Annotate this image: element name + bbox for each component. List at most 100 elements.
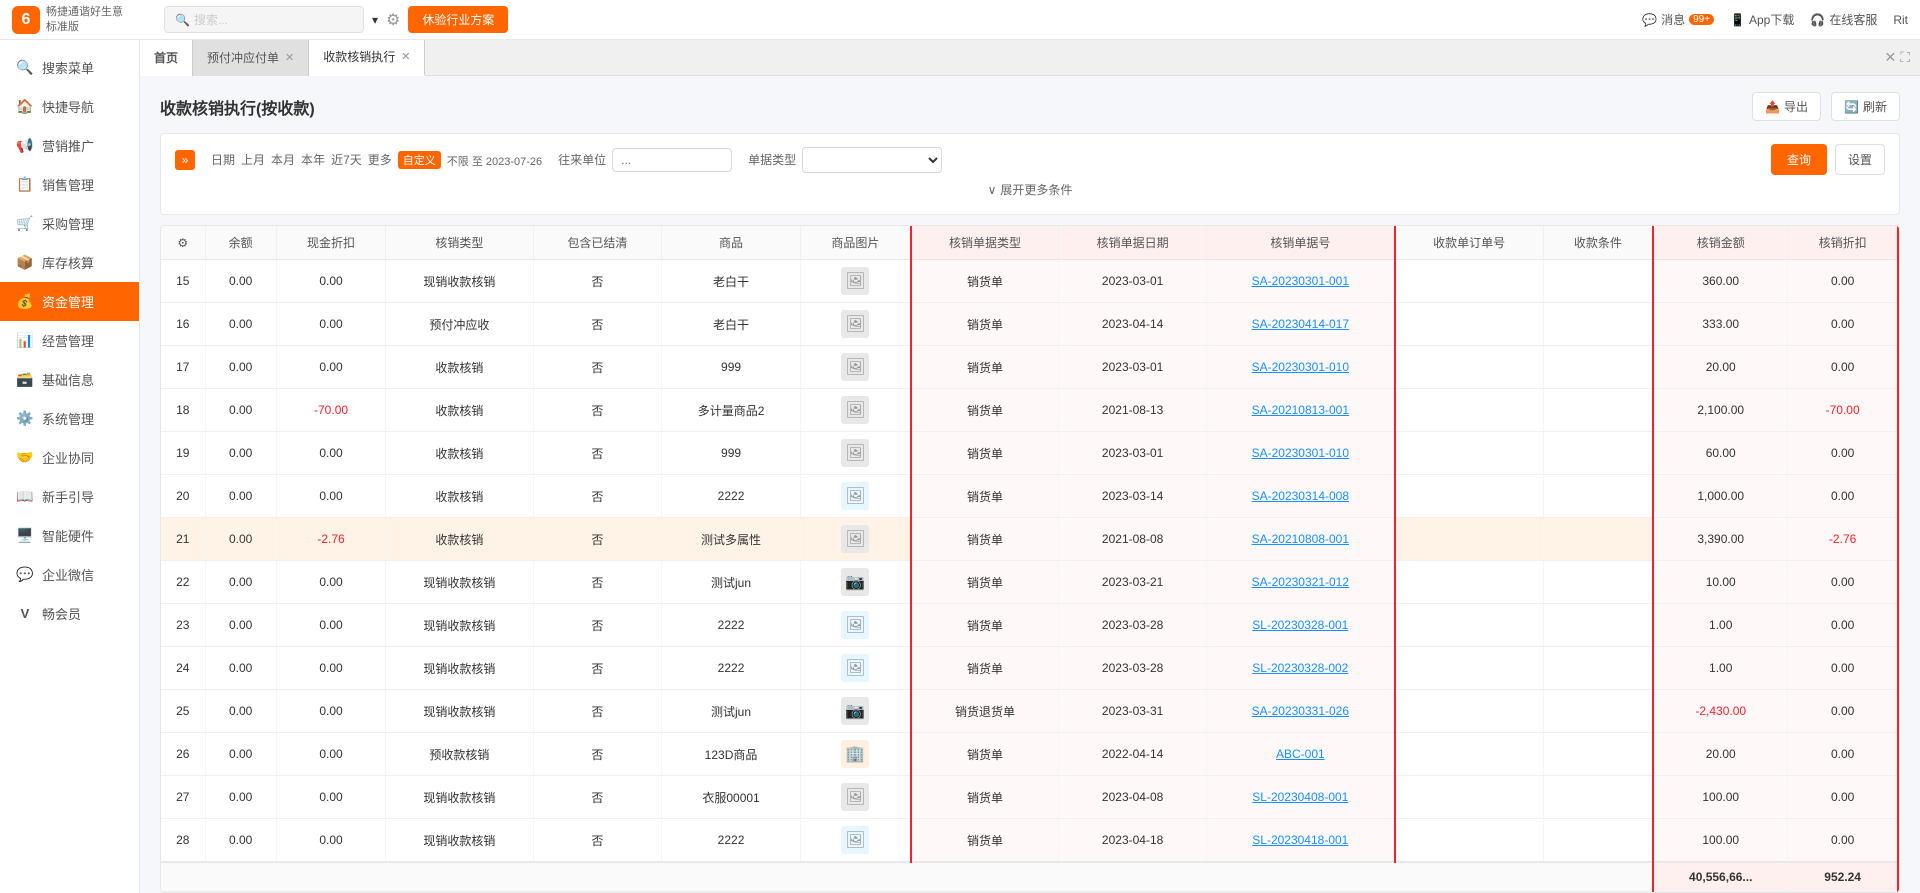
tab-home[interactable]: 首页 xyxy=(140,40,193,76)
sidebar-item-vip[interactable]: V 畅会员 xyxy=(0,594,139,633)
th-cancel-discount: 核销折扣 xyxy=(1788,226,1898,260)
bill-no-link[interactable]: SL-20230418-001 xyxy=(1252,833,1348,847)
date-custom-tag[interactable]: 自定义 xyxy=(398,151,441,169)
dropdown-icon[interactable]: ▾ xyxy=(372,13,378,27)
cell-cancel-type: 收款核销 xyxy=(386,518,533,561)
sidebar-item-marketing[interactable]: 📢 营销推广 xyxy=(0,126,139,165)
tab-collect-close[interactable]: ✕ xyxy=(401,50,410,63)
sidebar-item-operations[interactable]: 📊 经营管理 xyxy=(0,321,139,360)
sidebar-item-finance[interactable]: 💰 资金管理 xyxy=(0,282,139,321)
cell-product: 老白干 xyxy=(662,303,801,346)
cell-cancel-discount: 0.00 xyxy=(1788,647,1898,690)
sidebar-item-guide[interactable]: 📖 新手引导 xyxy=(0,477,139,516)
date-more[interactable]: 更多 xyxy=(368,151,392,168)
cell-bill-no: SA-20230331-026 xyxy=(1206,690,1394,733)
table-row: 21 0.00 -2.76 收款核销 否 测试多属性 🖼 销货单 2021-08… xyxy=(161,518,1898,561)
logo: 6 畅捷通谐好生意 标准版 xyxy=(12,5,152,34)
sidebar-item-search[interactable]: 🔍 搜索菜单 xyxy=(0,48,139,87)
cell-product: 多计量商品2 xyxy=(662,389,801,432)
sidebar-item-base[interactable]: 🗃️ 基础信息 xyxy=(0,360,139,399)
cell-id: 20 xyxy=(161,475,205,518)
industry-solution-button[interactable]: 休验行业方案 xyxy=(408,6,508,33)
bill-no-link[interactable]: SA-20230301-010 xyxy=(1252,446,1349,460)
expand-more-button[interactable]: ∨ 展开更多条件 xyxy=(175,175,1885,204)
sidebar-item-enterprise[interactable]: 🤝 企业协同 xyxy=(0,438,139,477)
sidebar-item-label: 畅会员 xyxy=(42,604,81,623)
search-box[interactable]: 🔍 搜索... xyxy=(164,6,364,33)
message-button[interactable]: 💬 消息 99+ xyxy=(1642,11,1714,28)
cell-cancel-type: 现销收款核销 xyxy=(386,260,533,303)
sidebar-item-label: 营销推广 xyxy=(42,136,94,155)
bill-no-link[interactable]: SA-20230301-010 xyxy=(1252,360,1349,374)
cell-bill-no: ABC-001 xyxy=(1206,733,1394,776)
tab-close-window-icon[interactable]: ✕ xyxy=(1884,49,1896,66)
setting-button[interactable]: 设置 xyxy=(1835,144,1885,175)
cell-bill-type: 销货单 xyxy=(911,733,1059,776)
cell-cancel-discount: 0.00 xyxy=(1788,561,1898,604)
bill-no-link[interactable]: ABC-001 xyxy=(1276,747,1325,761)
app-download-button[interactable]: 📱 App下载 xyxy=(1730,11,1794,28)
sidebar-item-sales[interactable]: 📋 销售管理 xyxy=(0,165,139,204)
unit-input[interactable] xyxy=(612,148,732,172)
settings-icon[interactable]: ⚙ xyxy=(386,10,400,30)
expand-filter-icon[interactable]: » xyxy=(175,150,195,170)
cell-cancel-amount: 1.00 xyxy=(1653,647,1788,690)
sidebar-item-purchase[interactable]: 🛒 采购管理 xyxy=(0,204,139,243)
sidebar-item-inventory[interactable]: 📦 库存核算 xyxy=(0,243,139,282)
bill-no-link[interactable]: SA-20230314-008 xyxy=(1252,489,1349,503)
cell-collect-order xyxy=(1395,432,1543,475)
cell-collect-order xyxy=(1395,604,1543,647)
cell-balance: 0.00 xyxy=(205,647,276,690)
cell-collect-order xyxy=(1395,518,1543,561)
cell-include-settled: 否 xyxy=(533,518,661,561)
cell-product-img: 🖼 xyxy=(801,303,911,346)
date-last-month[interactable]: 上月 xyxy=(241,151,265,168)
tab-collect[interactable]: 收款核销执行 ✕ xyxy=(309,40,425,76)
filter-date: 日期 上月 本月 本年 近7天 更多 自定义 不限 至 2023-07-26 xyxy=(211,151,542,169)
user-avatar[interactable]: Rit xyxy=(1893,13,1908,27)
bill-no-link[interactable]: SL-20230408-001 xyxy=(1252,790,1348,804)
bill-no-link[interactable]: SA-20210808-001 xyxy=(1252,532,1349,546)
bill-no-link[interactable]: SA-20230321-012 xyxy=(1252,575,1349,589)
cell-product-img: 🖼 xyxy=(801,819,911,863)
refresh-button[interactable]: 🔄 刷新 xyxy=(1831,92,1900,121)
export-button[interactable]: 📤 导出 xyxy=(1752,92,1821,121)
sidebar-item-quick-nav[interactable]: 🏠 快捷导航 xyxy=(0,87,139,126)
bill-no-link[interactable]: SA-20230301-001 xyxy=(1252,274,1349,288)
bill-no-link[interactable]: SL-20230328-002 xyxy=(1252,661,1348,675)
bill-no-link[interactable]: SA-20210813-001 xyxy=(1252,403,1349,417)
sidebar-item-hardware[interactable]: 🖥️ 智能硬件 xyxy=(0,516,139,555)
th-cancel-amount: 核销金额 xyxy=(1653,226,1788,260)
cell-collect-condition xyxy=(1543,647,1653,690)
tab-fullscreen-icon[interactable]: ⛶ xyxy=(1900,49,1910,66)
cell-id: 21 xyxy=(161,518,205,561)
cell-cash-discount: 0.00 xyxy=(276,561,385,604)
online-service-button[interactable]: 🎧 在线客服 xyxy=(1810,11,1877,28)
bill-no-link[interactable]: SA-20230414-017 xyxy=(1252,317,1349,331)
tab-prepay[interactable]: 预付冲应付单 ✕ xyxy=(193,40,309,76)
sidebar-item-wechat[interactable]: 💬 企业微信 xyxy=(0,555,139,594)
product-image: 🖼 xyxy=(841,267,869,295)
cell-product-img: 🖼 xyxy=(801,604,911,647)
tab-prepay-close[interactable]: ✕ xyxy=(285,51,294,64)
product-image: 🖼 xyxy=(841,396,869,424)
bill-no-link[interactable]: SA-20230331-026 xyxy=(1252,704,1349,718)
th-settings[interactable]: ⚙ xyxy=(161,226,205,260)
page-header: 收款核销执行(按收款) 📤 导出 🔄 刷新 xyxy=(160,92,1900,121)
cell-cancel-amount: 100.00 xyxy=(1653,819,1788,863)
date-range-display: 不限 至 2023-07-26 xyxy=(447,153,542,169)
sidebar-item-system[interactable]: ⚙️ 系统管理 xyxy=(0,399,139,438)
product-image: 🖼 xyxy=(841,439,869,467)
sidebar-item-label: 智能硬件 xyxy=(42,526,94,545)
cell-product-img: 🖼 xyxy=(801,389,911,432)
table-row: 22 0.00 0.00 现销收款核销 否 测试jun 📷 销货单 2023-0… xyxy=(161,561,1898,604)
cell-cancel-amount: 10.00 xyxy=(1653,561,1788,604)
query-button[interactable]: 查询 xyxy=(1771,144,1827,175)
date-7days[interactable]: 近7天 xyxy=(331,151,362,168)
date-this-year[interactable]: 本年 xyxy=(301,151,325,168)
bill-no-link[interactable]: SL-20230328-001 xyxy=(1252,618,1348,632)
date-this-month[interactable]: 本月 xyxy=(271,151,295,168)
cell-cash-discount: 0.00 xyxy=(276,690,385,733)
cell-product: 测试jun xyxy=(662,561,801,604)
bill-type-select[interactable] xyxy=(802,147,942,173)
